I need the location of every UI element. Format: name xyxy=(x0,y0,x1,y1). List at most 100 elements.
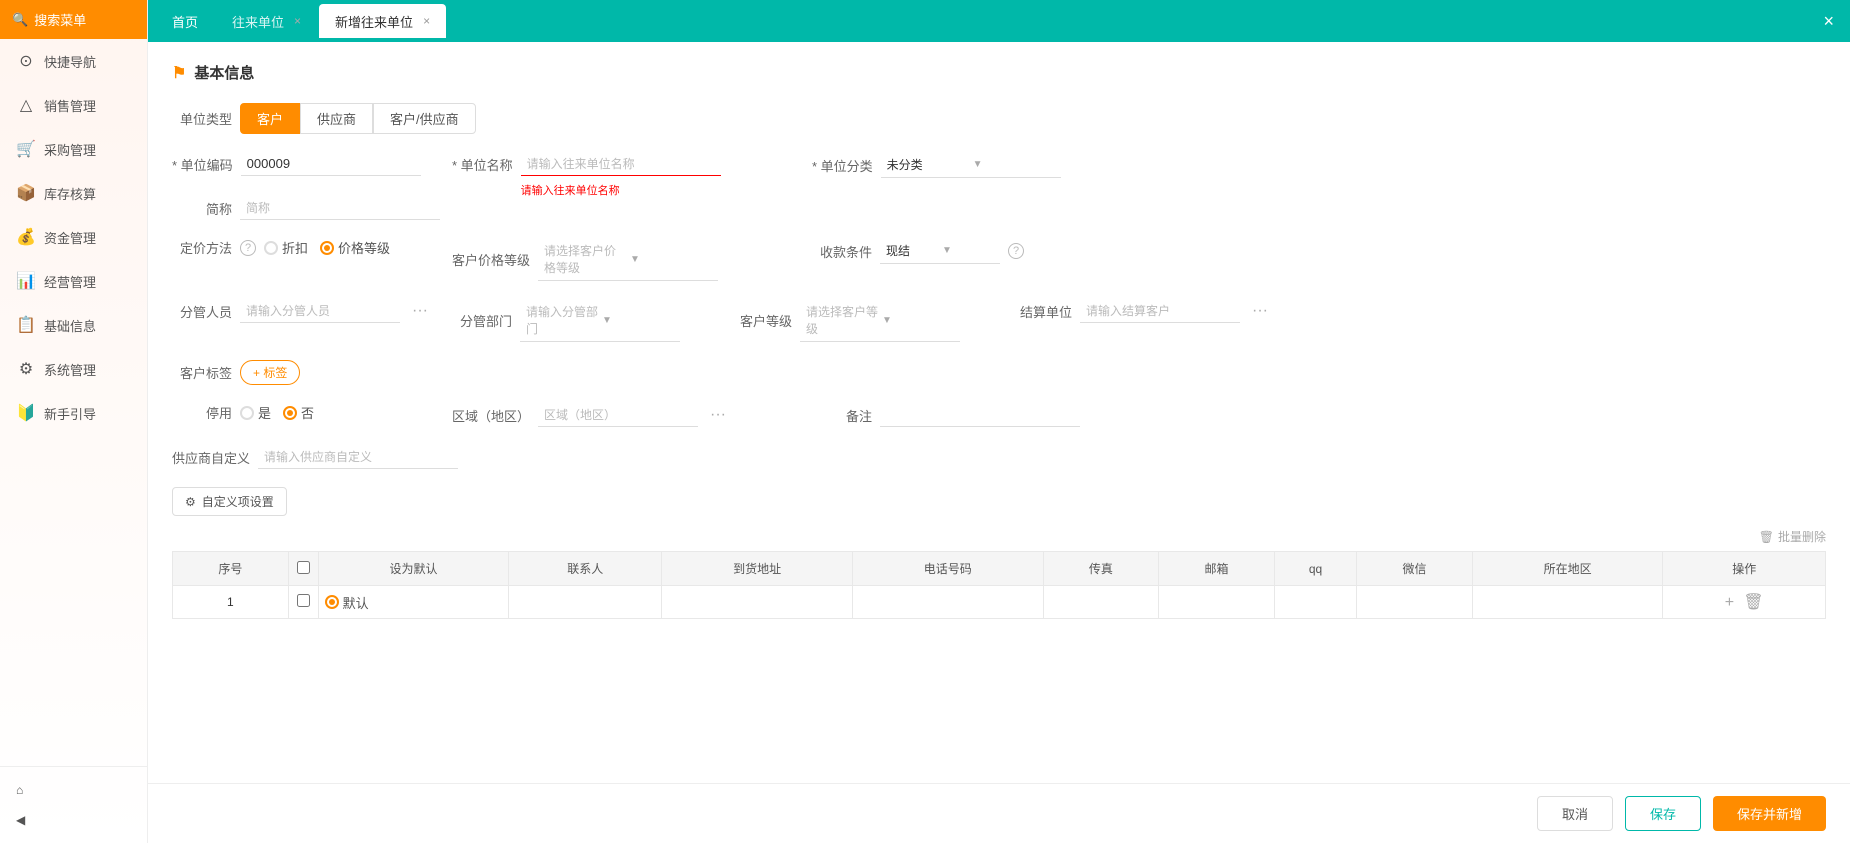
remark-input[interactable] xyxy=(880,403,1080,427)
payment-terms-group: 收款条件 现结 ▼ ? xyxy=(812,238,1072,264)
row-delete-btn[interactable]: 🗑 xyxy=(1743,594,1763,611)
sidebar-item-finance[interactable]: 💰资金管理 xyxy=(0,215,147,259)
tab-new-partner-close[interactable]: × xyxy=(423,14,430,28)
sidebar-item-basic-info[interactable]: 📋基础信息 xyxy=(0,303,147,347)
pricing-help-icon[interactable]: ? xyxy=(240,240,256,256)
customer-level-select[interactable]: 请选择客户等级 ▼ xyxy=(800,299,960,342)
save-new-button[interactable]: 保存并新增 xyxy=(1713,796,1826,831)
settlement-more-btn[interactable]: ··· xyxy=(1248,302,1272,320)
col-phone: 电话号码 xyxy=(852,552,1043,586)
select-all-checkbox[interactable] xyxy=(297,561,310,574)
tab-home[interactable]: 首页 xyxy=(156,12,214,31)
supplier-custom-label: 供应商自定义 xyxy=(172,448,250,467)
unit-type-group: 单位类型 客户 供应商 客户/供应商 xyxy=(172,103,476,134)
manager-input[interactable] xyxy=(240,299,400,323)
customer-level-label: 客户等级 xyxy=(732,311,792,330)
sidebar-item-system[interactable]: ⚙系统管理 xyxy=(0,347,147,391)
unit-type-label: 单位类型 xyxy=(172,109,232,128)
settlement-unit-input[interactable] xyxy=(1080,299,1240,323)
tab-new-partner[interactable]: 新增往来单位 × xyxy=(319,4,446,38)
unit-type-btn-supplier[interactable]: 供应商 xyxy=(300,103,373,134)
batch-delete-label: 批量删除 xyxy=(1778,528,1826,545)
col-region: 所在地区 xyxy=(1472,552,1663,586)
tab-new-partner-label: 新增往来单位 xyxy=(335,12,413,31)
sidebar-search[interactable]: 🔍 搜索菜单 xyxy=(0,0,147,39)
payment-terms-arrow: ▼ xyxy=(942,245,994,256)
disabled-radio-yes-dot xyxy=(240,406,254,420)
save-button[interactable]: 保存 xyxy=(1625,796,1701,831)
settlement-unit-group: 结算单位 ··· xyxy=(1012,299,1272,323)
region-group: 区域（地区） ··· xyxy=(452,403,792,427)
department-label: 分管部门 xyxy=(452,311,512,330)
add-tag-btn[interactable]: + 标签 xyxy=(240,360,300,385)
row-default-radio[interactable]: 默认 xyxy=(325,593,503,612)
tab-bar-close-all[interactable]: × xyxy=(1815,11,1842,32)
sidebar-bottom-expand[interactable]: ◀ xyxy=(0,805,147,835)
customer-price-level-label: 客户价格等级 xyxy=(452,250,530,269)
department-arrow: ▼ xyxy=(602,315,674,326)
customer-tag-row: 客户标签 + 标签 xyxy=(172,360,1826,385)
table-header-row: 序号 设为默认 联系人 到货地址 电话号码 传真 邮箱 qq 微信 所在地区 操… xyxy=(173,552,1826,586)
row-check xyxy=(288,586,318,619)
disabled-radio-yes[interactable]: 是 xyxy=(240,403,271,422)
pricing-radio-level[interactable]: 价格等级 xyxy=(320,238,390,257)
tab-partners[interactable]: 往来单位 × xyxy=(216,4,317,38)
unit-type-btn-group: 客户 供应商 客户/供应商 xyxy=(240,103,476,134)
cancel-button[interactable]: 取消 xyxy=(1537,796,1613,831)
sidebar-item-purchase[interactable]: 🛒采购管理 xyxy=(0,127,147,171)
department-select[interactable]: 请输入分管部门 ▼ xyxy=(520,299,680,342)
region-input[interactable] xyxy=(538,403,698,427)
delete-icon: 🗑 xyxy=(1759,530,1774,544)
unit-name-error: 请输入往来单位名称 xyxy=(521,182,620,198)
unit-name-input[interactable] xyxy=(521,152,721,176)
code-name-category-row: * 单位编码 * 单位名称 请输入往来单位名称 * 单位分类 未分类 ▼ xyxy=(172,152,1826,178)
unit-type-btn-customer[interactable]: 客户 xyxy=(240,103,300,134)
unit-code-input[interactable] xyxy=(241,152,421,176)
short-name-row: 简称 xyxy=(172,196,1826,220)
department-group: 分管部门 请输入分管部门 ▼ xyxy=(452,299,712,342)
expand-icon: ◀ xyxy=(16,813,25,827)
sidebar-search-label: 搜索菜单 xyxy=(34,10,86,29)
disabled-radio-no-dot xyxy=(283,406,297,420)
payment-terms-help-icon[interactable]: ? xyxy=(1008,243,1024,259)
short-name-input[interactable] xyxy=(240,196,440,220)
unit-type-row: 单位类型 客户 供应商 客户/供应商 xyxy=(172,103,1826,134)
unit-category-label: * 单位分类 xyxy=(812,156,873,175)
unit-category-arrow: ▼ xyxy=(973,159,1055,170)
row-ops: + 🗑 xyxy=(1663,586,1826,619)
unit-category-select[interactable]: 未分类 ▼ xyxy=(881,152,1061,178)
sidebar-item-sales[interactable]: △销售管理 xyxy=(0,83,147,127)
pricing-radio-level-dot xyxy=(320,241,334,255)
row-checkbox[interactable] xyxy=(297,594,310,607)
sidebar-item-operations[interactable]: 📊经营管理 xyxy=(0,259,147,303)
disabled-radio-no[interactable]: 否 xyxy=(283,403,314,422)
sidebar-item-inventory[interactable]: 📦库存核算 xyxy=(0,171,147,215)
sidebar-item-guide[interactable]: 🔰新手引导 xyxy=(0,391,147,435)
tab-partners-close[interactable]: × xyxy=(294,14,301,28)
unit-type-btn-both[interactable]: 客户/供应商 xyxy=(373,103,476,134)
customer-price-level-select[interactable]: 请选择客户价格等级 ▼ xyxy=(538,238,718,281)
sidebar-item-quick-nav[interactable]: ⊙快捷导航 xyxy=(0,39,147,83)
disabled-radio-group: 是 否 xyxy=(240,403,314,422)
sidebar-label-basic-info: 基础信息 xyxy=(44,316,96,335)
batch-delete-btn[interactable]: 🗑 批量删除 xyxy=(1759,528,1826,545)
customer-price-level-group: 客户价格等级 请选择客户价格等级 ▼ xyxy=(452,238,792,281)
content-area: ⚑ 基本信息 单位类型 客户 供应商 客户/供应商 * 单位编码 * 单位名称 xyxy=(148,42,1850,783)
pricing-radio-level-label: 价格等级 xyxy=(338,238,390,257)
manager-more-btn[interactable]: ··· xyxy=(408,302,432,320)
unit-code-group: * 单位编码 xyxy=(172,152,432,176)
unit-name-label: * 单位名称 xyxy=(452,155,513,174)
payment-terms-select[interactable]: 现结 ▼ xyxy=(880,238,1000,264)
supplier-custom-input[interactable] xyxy=(258,445,458,469)
row-fax xyxy=(1043,586,1159,619)
row-add-btn[interactable]: + xyxy=(1725,594,1734,611)
pricing-radio-discount[interactable]: 折扣 xyxy=(264,238,308,257)
settings-icon: ⚙ xyxy=(185,495,196,509)
custom-settings-btn[interactable]: ⚙ 自定义项设置 xyxy=(172,487,287,516)
sidebar-icon-quick-nav: ⊙ xyxy=(16,51,36,71)
col-email: 邮箱 xyxy=(1159,552,1275,586)
sidebar-bottom-home[interactable]: ⌂ xyxy=(0,775,147,805)
col-qq: qq xyxy=(1274,552,1356,586)
section-title: 基本信息 xyxy=(194,62,254,83)
region-more-btn[interactable]: ··· xyxy=(706,406,730,424)
